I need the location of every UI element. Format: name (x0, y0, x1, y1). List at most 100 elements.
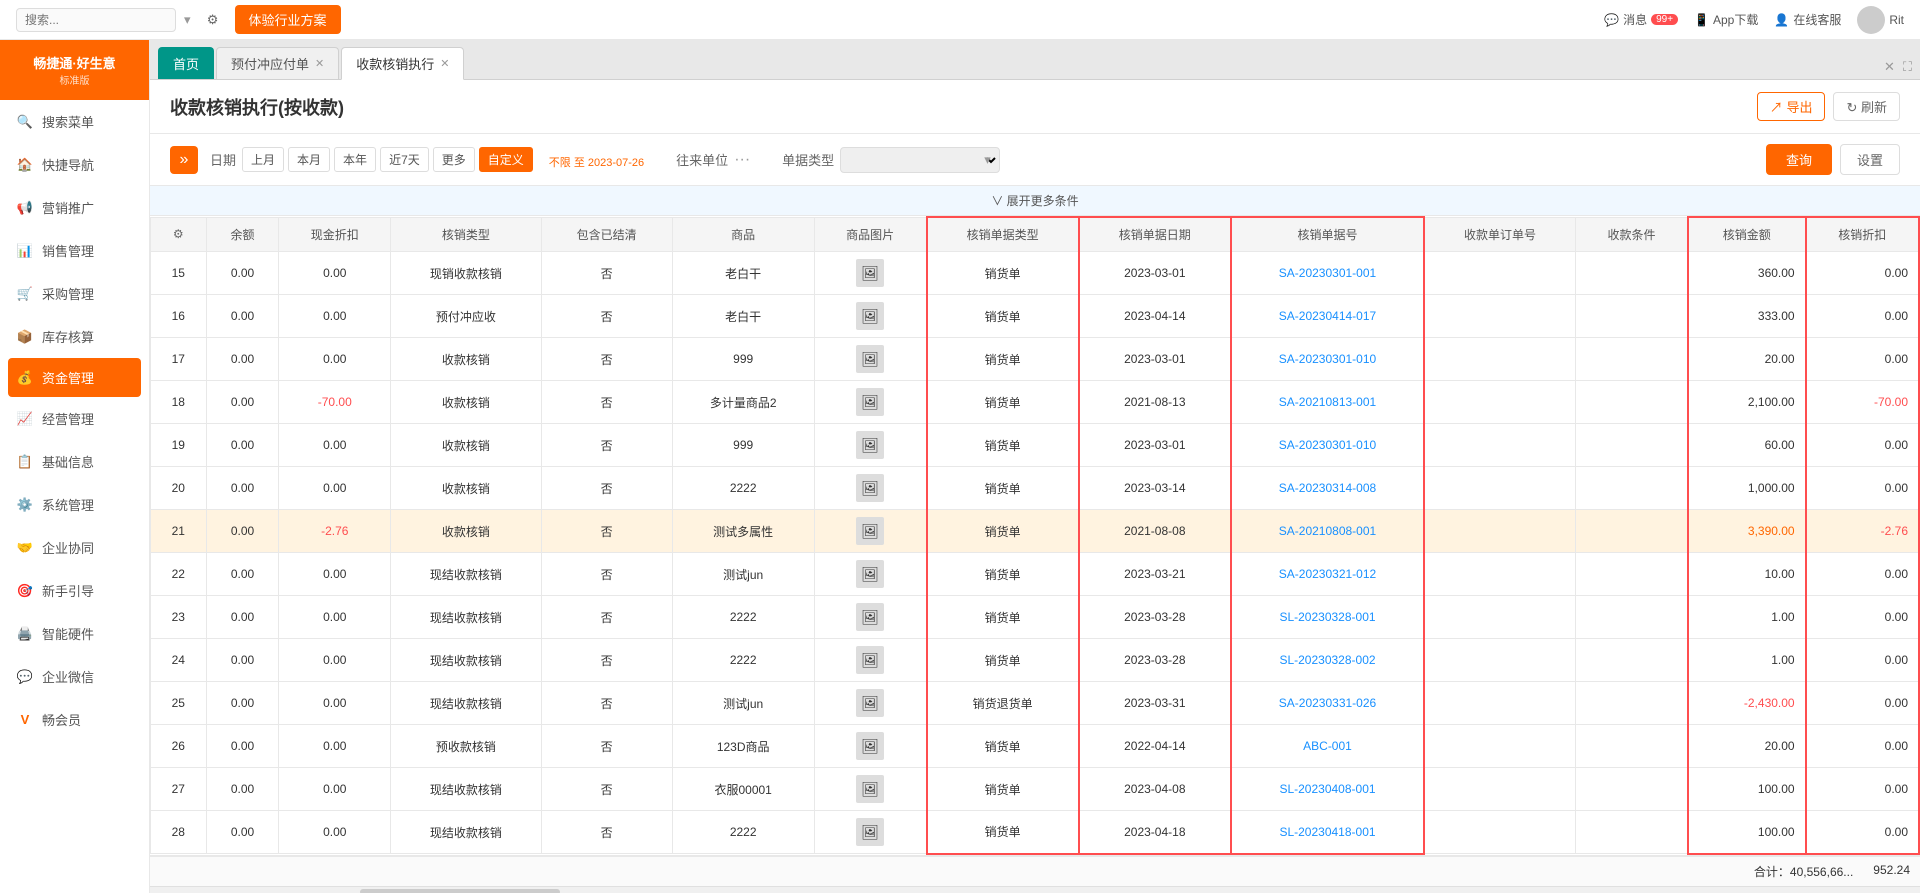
cell-verify-no[interactable]: SA-20230301-001 (1231, 252, 1424, 295)
cell-product-image[interactable]: 🖼 (814, 381, 926, 424)
doctype-select[interactable] (840, 147, 1000, 173)
verify-no-link[interactable]: SL-20230328-002 (1279, 653, 1375, 667)
verify-no-link[interactable]: SA-20230301-001 (1279, 266, 1376, 280)
query-button[interactable]: 查询 (1766, 144, 1832, 175)
cell-verify-discount: -70.00 (1806, 381, 1919, 424)
messages-button[interactable]: 💬 消息 99+ (1604, 11, 1678, 28)
sidebar-item-shortcut[interactable]: 🏠 快捷导航 (0, 143, 149, 186)
cell-product-image[interactable]: 🖼 (814, 252, 926, 295)
col-settings[interactable]: ⚙ (151, 217, 207, 252)
verify-no-link[interactable]: SL-20230418-001 (1279, 825, 1375, 839)
sidebar-item-wechat[interactable]: 💬 企业微信 (0, 655, 149, 698)
refresh-button[interactable]: ↻ 刷新 (1833, 92, 1900, 121)
cell-product-image[interactable]: 🖼 (814, 510, 926, 553)
app-download-button[interactable]: 📱 App下载 (1694, 11, 1758, 28)
tab-close-icon[interactable]: ✕ (440, 57, 449, 70)
cell-product-image[interactable]: 🖼 (814, 682, 926, 725)
cell-verify-no[interactable]: SA-20230331-026 (1231, 682, 1424, 725)
cell-cash-discount: 0.00 (279, 682, 391, 725)
cell-verify-no[interactable]: ABC-001 (1231, 725, 1424, 768)
cell-product-image[interactable]: 🖼 (814, 811, 926, 854)
verify-no-link[interactable]: SA-20230301-010 (1279, 438, 1376, 452)
this-month-btn[interactable]: 本月 (288, 147, 330, 172)
cell-product-image[interactable]: 🖼 (814, 768, 926, 811)
cell-product-image[interactable]: 🖼 (814, 424, 926, 467)
sidebar-item-system[interactable]: ⚙️ 系统管理 (0, 483, 149, 526)
verify-no-link[interactable]: SA-20230331-026 (1279, 696, 1376, 710)
cell-product: 测试jun (672, 682, 814, 725)
sidebar-item-finance[interactable]: 💰 资金管理 (8, 358, 141, 397)
sidebar-item-basic[interactable]: 📋 基础信息 (0, 440, 149, 483)
settings-button[interactable]: 设置 (1840, 144, 1900, 175)
cell-product-image[interactable]: 🖼 (814, 338, 926, 381)
cell-include-settled: 否 (541, 381, 672, 424)
sidebar-item-hardware[interactable]: 🖨️ 智能硬件 (0, 612, 149, 655)
custom-date-btn[interactable]: 自定义 (479, 147, 533, 172)
last-7-days-btn[interactable]: 近7天 (380, 147, 429, 172)
industry-solution-button[interactable]: 体验行业方案 (235, 5, 341, 34)
table-row: 180.00-70.00收款核销否多计量商品2🖼销货单2021-08-13SA-… (151, 381, 1920, 424)
verify-no-link[interactable]: ABC-001 (1303, 739, 1352, 753)
verify-no-link[interactable]: SA-20230314-008 (1279, 481, 1376, 495)
gear-icon[interactable]: ⚙ (199, 6, 227, 34)
expand-window-icon[interactable]: ⛶ (1903, 59, 1912, 75)
verify-no-link[interactable]: SL-20230328-001 (1279, 610, 1375, 624)
cell-product-image[interactable]: 🖼 (814, 467, 926, 510)
cell-verify-no[interactable]: SA-20230301-010 (1231, 424, 1424, 467)
last-month-btn[interactable]: 上月 (242, 147, 284, 172)
cell-verify-no[interactable]: SA-20210813-001 (1231, 381, 1424, 424)
table-area[interactable]: ⚙ 余额 现金折扣 核销类型 包含已结清 商品 商品图片 核销单据类型 核销单据… (150, 216, 1920, 893)
sidebar-item-guide[interactable]: 🎯 新手引导 (0, 569, 149, 612)
tab-close-icon[interactable]: ✕ (315, 57, 324, 70)
cell-receipt-condition (1575, 381, 1687, 424)
cell-verify-type: 预付冲应收 (391, 295, 542, 338)
search-top-input[interactable] (16, 8, 176, 32)
close-window-icon[interactable]: ✕ (1884, 59, 1895, 75)
sidebar-item-operations[interactable]: 📈 经营管理 (0, 397, 149, 440)
expand-more-button[interactable]: ∨ 展开更多条件 (991, 192, 1078, 209)
verify-no-link[interactable]: SA-20230301-010 (1279, 352, 1376, 366)
sidebar-item-sales[interactable]: 📊 销售管理 (0, 229, 149, 272)
cell-verify-no[interactable]: SL-20230418-001 (1231, 811, 1424, 854)
col-include-settled: 包含已结清 (541, 217, 672, 252)
cell-product-image[interactable]: 🖼 (814, 725, 926, 768)
cell-verify-no[interactable]: SA-20230301-010 (1231, 338, 1424, 381)
sidebar-item-search[interactable]: 🔍 搜索菜单 (0, 100, 149, 143)
cell-verify-no[interactable]: SA-20210808-001 (1231, 510, 1424, 553)
cell-product-image[interactable]: 🖼 (814, 295, 926, 338)
cell-verify-no[interactable]: SL-20230408-001 (1231, 768, 1424, 811)
verify-no-link[interactable]: SA-20230321-012 (1279, 567, 1376, 581)
cell-product-image[interactable]: 🖼 (814, 553, 926, 596)
cell-verify-no[interactable]: SA-20230414-017 (1231, 295, 1424, 338)
tab-verify[interactable]: 收款核销执行 ✕ (341, 47, 464, 80)
sidebar-item-member[interactable]: V 畅会员 (0, 698, 149, 741)
cell-cash-discount: 0.00 (279, 424, 391, 467)
cell-verify-type: 现结收款核销 (391, 639, 542, 682)
tab-home[interactable]: 首页 (158, 47, 214, 79)
filter-expand-button[interactable]: » (170, 146, 198, 174)
verify-no-link[interactable]: SL-20230408-001 (1279, 782, 1375, 796)
cell-include-settled: 否 (541, 596, 672, 639)
cell-include-settled: 否 (541, 682, 672, 725)
sidebar-item-purchase[interactable]: 🛒 采购管理 (0, 272, 149, 315)
cell-verify-no[interactable]: SL-20230328-002 (1231, 639, 1424, 682)
sidebar-item-enterprise[interactable]: 🤝 企业协同 (0, 526, 149, 569)
export-button[interactable]: ↗ 导出 (1757, 92, 1826, 121)
cell-verify-no[interactable]: SA-20230314-008 (1231, 467, 1424, 510)
cell-product-image[interactable]: 🖼 (814, 639, 926, 682)
scroll-thumb[interactable] (360, 889, 560, 893)
sidebar-item-inventory[interactable]: 📦 库存核算 (0, 315, 149, 358)
online-service-button[interactable]: 👤 在线客服 (1774, 11, 1841, 28)
verify-no-link[interactable]: SA-20210808-001 (1279, 524, 1376, 538)
more-date-btn[interactable]: 更多 (433, 147, 475, 172)
cell-verify-no[interactable]: SL-20230328-001 (1231, 596, 1424, 639)
user-profile[interactable]: Rit (1857, 6, 1904, 34)
verify-no-link[interactable]: SA-20230414-017 (1279, 309, 1376, 323)
horizontal-scrollbar[interactable] (150, 886, 1920, 893)
cell-verify-no[interactable]: SA-20230321-012 (1231, 553, 1424, 596)
this-year-btn[interactable]: 本年 (334, 147, 376, 172)
tab-prepay[interactable]: 预付冲应付单 ✕ (216, 47, 339, 79)
sidebar-item-marketing[interactable]: 📢 营销推广 (0, 186, 149, 229)
verify-no-link[interactable]: SA-20210813-001 (1279, 395, 1376, 409)
cell-product-image[interactable]: 🖼 (814, 596, 926, 639)
